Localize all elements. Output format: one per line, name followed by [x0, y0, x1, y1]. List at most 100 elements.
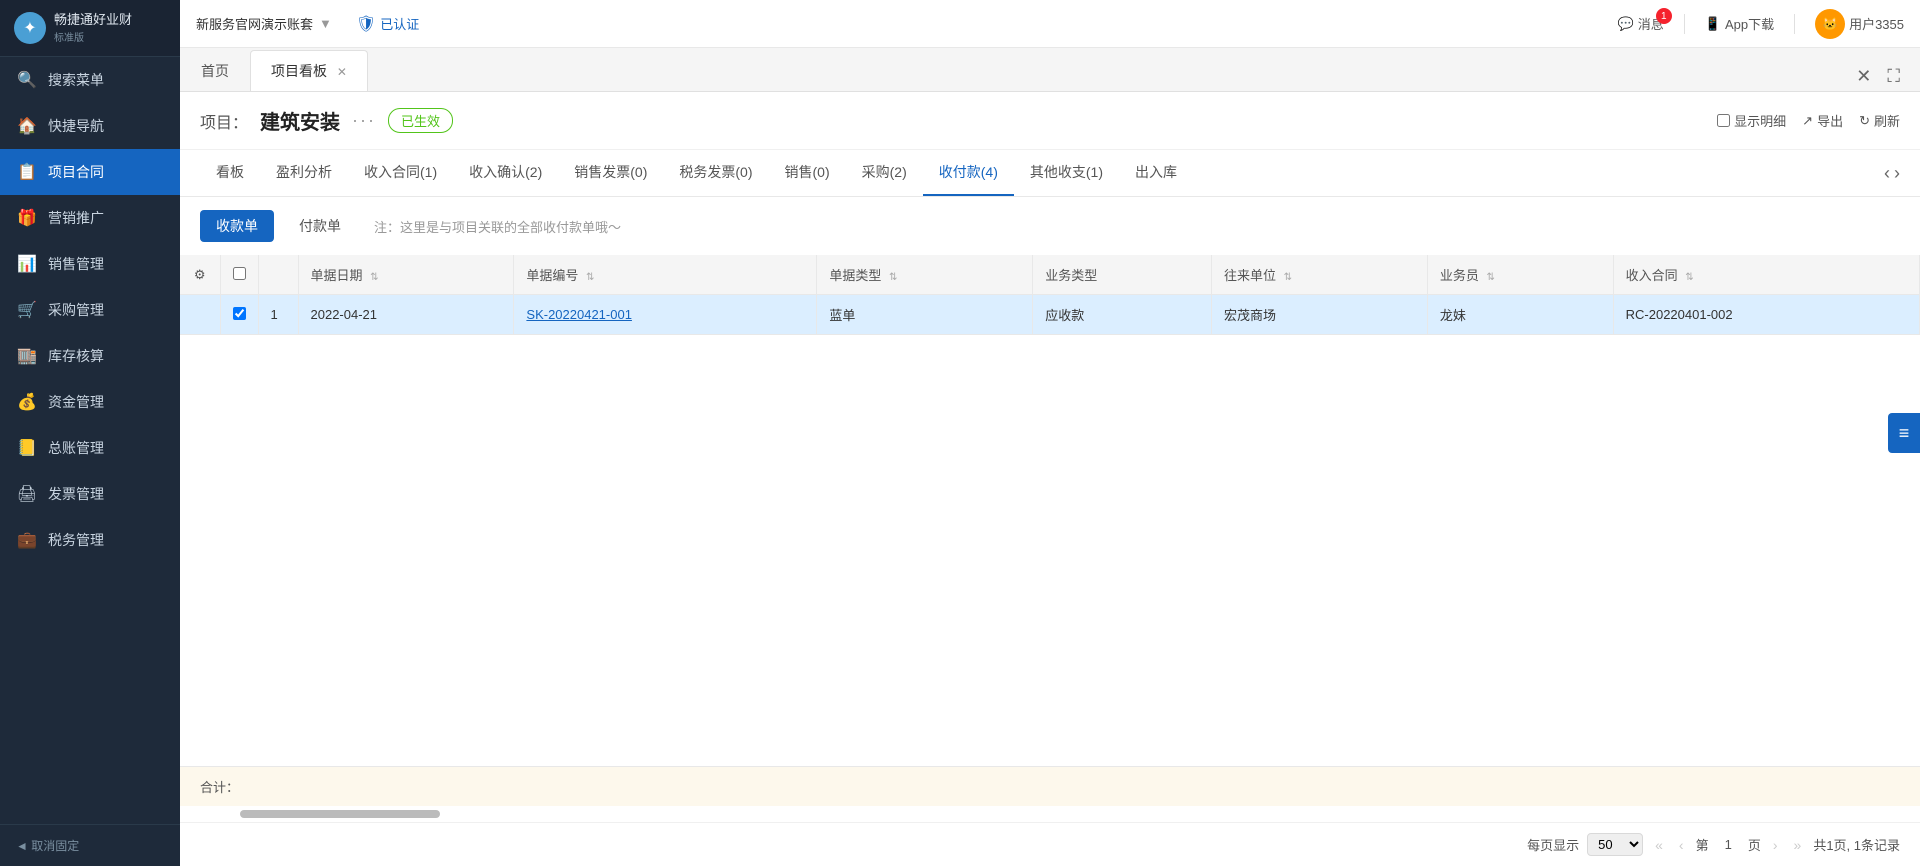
- table-row[interactable]: 1 2022-04-21 SK-20220421-001 蓝单 应收款 宏茂商场…: [180, 295, 1920, 335]
- subtab-sales[interactable]: 销售(0): [769, 150, 846, 196]
- inner-tab-receipt[interactable]: 收款单: [200, 210, 274, 242]
- sidebar-item-search[interactable]: 🔍 搜索菜单: [0, 57, 180, 103]
- close-window-button[interactable]: ✕: [1852, 62, 1875, 91]
- sidebar-item-label: 税务管理: [48, 530, 104, 550]
- inner-tab-payment[interactable]: 付款单: [282, 209, 358, 243]
- biz-type-column-label: 业务类型: [1045, 268, 1097, 283]
- show-detail-checkbox[interactable]: [1717, 114, 1730, 127]
- sidebar: ✦ 畅捷通好业财 标准版 🔍 搜索菜单 🏠 快捷导航 📋 项目合同 🎁 营销推广…: [0, 0, 180, 866]
- sort-icon: ⇅: [370, 272, 378, 283]
- purchase-icon: 🛒: [16, 299, 38, 321]
- sidebar-item-marketing[interactable]: 🎁 营销推广: [0, 195, 180, 241]
- topbar-right: 💬 消息 1 📱 App下载 🐱 用户3355: [1618, 9, 1904, 39]
- sidebar-scroll: 🔍 搜索菜单 🏠 快捷导航 📋 项目合同 🎁 营销推广 📊 销售管理 🛒 采购管…: [0, 57, 180, 824]
- row-select-checkbox[interactable]: [233, 307, 246, 320]
- refresh-button[interactable]: ↻ 刷新: [1859, 111, 1900, 130]
- sidebar-item-label: 销售管理: [48, 254, 104, 274]
- sidebar-item-label: 资金管理: [48, 392, 104, 412]
- number-column-label: 单据编号: [526, 268, 578, 283]
- subtab-sales-invoice[interactable]: 销售发票(0): [558, 150, 663, 196]
- pagination-first-button[interactable]: «: [1651, 835, 1667, 855]
- more-icon[interactable]: ···: [352, 110, 376, 131]
- sidebar-item-ledger[interactable]: 📒 总账管理: [0, 425, 180, 471]
- divider: [1684, 14, 1685, 34]
- tab-project-board[interactable]: 项目看板 ✕: [250, 50, 368, 91]
- income-contract-column-header[interactable]: 收入合同 ⇅: [1613, 255, 1919, 295]
- subtab-income-confirm[interactable]: 收入确认(2): [453, 150, 558, 196]
- account-name: 新服务官网演示账套: [196, 14, 313, 33]
- topbar-account[interactable]: 新服务官网演示账套 ▼: [196, 14, 332, 33]
- row-number[interactable]: SK-20220421-001: [514, 295, 817, 335]
- subtab-inout[interactable]: 出入库: [1119, 150, 1193, 196]
- tab-home[interactable]: 首页: [180, 50, 250, 91]
- subtab-payment[interactable]: 收付款(4): [923, 150, 1014, 196]
- row-biz-type: 应收款: [1033, 295, 1212, 335]
- subtab-prev-button[interactable]: ‹: [1884, 163, 1890, 184]
- page-suffix: 页: [1748, 835, 1761, 854]
- subtab-profit[interactable]: 盈利分析: [260, 150, 348, 196]
- tabbar-actions: ✕ ⛶: [1852, 62, 1920, 91]
- message-icon: 💬: [1618, 16, 1634, 32]
- partner-column-label: 往来单位: [1224, 268, 1276, 283]
- gear-column-header[interactable]: ⚙: [180, 255, 220, 295]
- message-button[interactable]: 💬 消息 1: [1618, 14, 1664, 33]
- sidebar-item-tax[interactable]: 💼 税务管理: [0, 517, 180, 563]
- invoice-icon: 🖨: [16, 483, 38, 505]
- row-gear: [180, 295, 220, 335]
- certified-label: 已认证: [380, 14, 419, 33]
- user-button[interactable]: 🐱 用户3355: [1815, 9, 1904, 39]
- sidebar-item-label: 采购管理: [48, 300, 104, 320]
- tax-icon: 💼: [16, 529, 38, 551]
- pagination-prev-button[interactable]: ‹: [1675, 835, 1688, 855]
- horizontal-scrollbar[interactable]: [240, 810, 440, 818]
- current-page: 1: [1717, 835, 1740, 854]
- partner-column-header[interactable]: 往来单位 ⇅: [1212, 255, 1428, 295]
- per-page-select[interactable]: 50 10 20 100: [1587, 833, 1643, 856]
- account-arrow-icon: ▼: [319, 16, 332, 31]
- show-detail-toggle[interactable]: 显示明细: [1717, 111, 1786, 130]
- sidebar-item-inventory[interactable]: 🏬 库存核算: [0, 333, 180, 379]
- pagination-next-button[interactable]: ›: [1769, 835, 1782, 855]
- row-index: 1: [258, 295, 298, 335]
- total-label: 合计：: [200, 780, 239, 795]
- app-download-button[interactable]: 📱 App下载: [1705, 14, 1774, 33]
- table-header-row: ⚙ 单据日期 ⇅ 单据编号 ⇅: [180, 255, 1920, 295]
- sidebar-item-label: 搜索菜单: [48, 70, 104, 90]
- subtab-purchase[interactable]: 采购(2): [846, 150, 923, 196]
- maximize-window-button[interactable]: ⛶: [1883, 62, 1904, 91]
- subtab-nav: ‹ ›: [1884, 163, 1900, 184]
- sidebar-item-invoice[interactable]: 🖨 发票管理: [0, 471, 180, 517]
- salesman-column-header[interactable]: 业务员 ⇅: [1427, 255, 1613, 295]
- export-button[interactable]: ↗ 导出: [1802, 111, 1843, 130]
- sidebar-item-sales[interactable]: 📊 销售管理: [0, 241, 180, 287]
- date-column-header[interactable]: 单据日期 ⇅: [298, 255, 514, 295]
- tab-close-icon[interactable]: ✕: [337, 65, 347, 79]
- subtab-income-contract[interactable]: 收入合同(1): [348, 150, 453, 196]
- sidebar-item-project[interactable]: 📋 项目合同: [0, 149, 180, 195]
- type-column-header[interactable]: 单据类型 ⇅: [817, 255, 1033, 295]
- logo-icon: ✦: [14, 12, 46, 44]
- sidebar-item-purchase[interactable]: 🛒 采购管理: [0, 287, 180, 333]
- row-income-contract: RC-20220401-002: [1613, 295, 1919, 335]
- sidebar-item-quick[interactable]: 🏠 快捷导航: [0, 103, 180, 149]
- sidebar-item-finance[interactable]: 💰 资金管理: [0, 379, 180, 425]
- row-number-link[interactable]: SK-20220421-001: [526, 307, 632, 322]
- subtab-next-button[interactable]: ›: [1894, 163, 1900, 184]
- pagination-last-button[interactable]: »: [1790, 835, 1806, 855]
- select-all-checkbox[interactable]: [233, 267, 246, 280]
- app-download-label: App下载: [1725, 14, 1774, 33]
- number-column-header[interactable]: 单据编号 ⇅: [514, 255, 817, 295]
- project-label: 项目：: [200, 109, 248, 133]
- subtab-kanban[interactable]: 看板: [200, 150, 260, 196]
- sidebar-unpin[interactable]: ◄ 取消固定: [0, 824, 180, 866]
- floating-panel-button[interactable]: ≡: [1888, 413, 1920, 453]
- content-area: 项目： 建筑安装 ··· 已生效 显示明细 ↗ 导出 ↻ 刷新: [180, 92, 1920, 866]
- subtab-tax-invoice[interactable]: 税务发票(0): [663, 150, 768, 196]
- sidebar-logo: ✦ 畅捷通好业财 标准版: [0, 0, 180, 57]
- main-area: 新服务官网演示账套 ▼ 🛡 已认证 💬 消息 1 📱 App下载 🐱 用户335…: [180, 0, 1920, 866]
- row-checkbox[interactable]: [220, 295, 258, 335]
- show-detail-label: 显示明细: [1734, 111, 1786, 130]
- subtab-other-expense[interactable]: 其他收支(1): [1014, 150, 1119, 196]
- sort-icon: ⇅: [586, 272, 594, 283]
- ledger-icon: 📒: [16, 437, 38, 459]
